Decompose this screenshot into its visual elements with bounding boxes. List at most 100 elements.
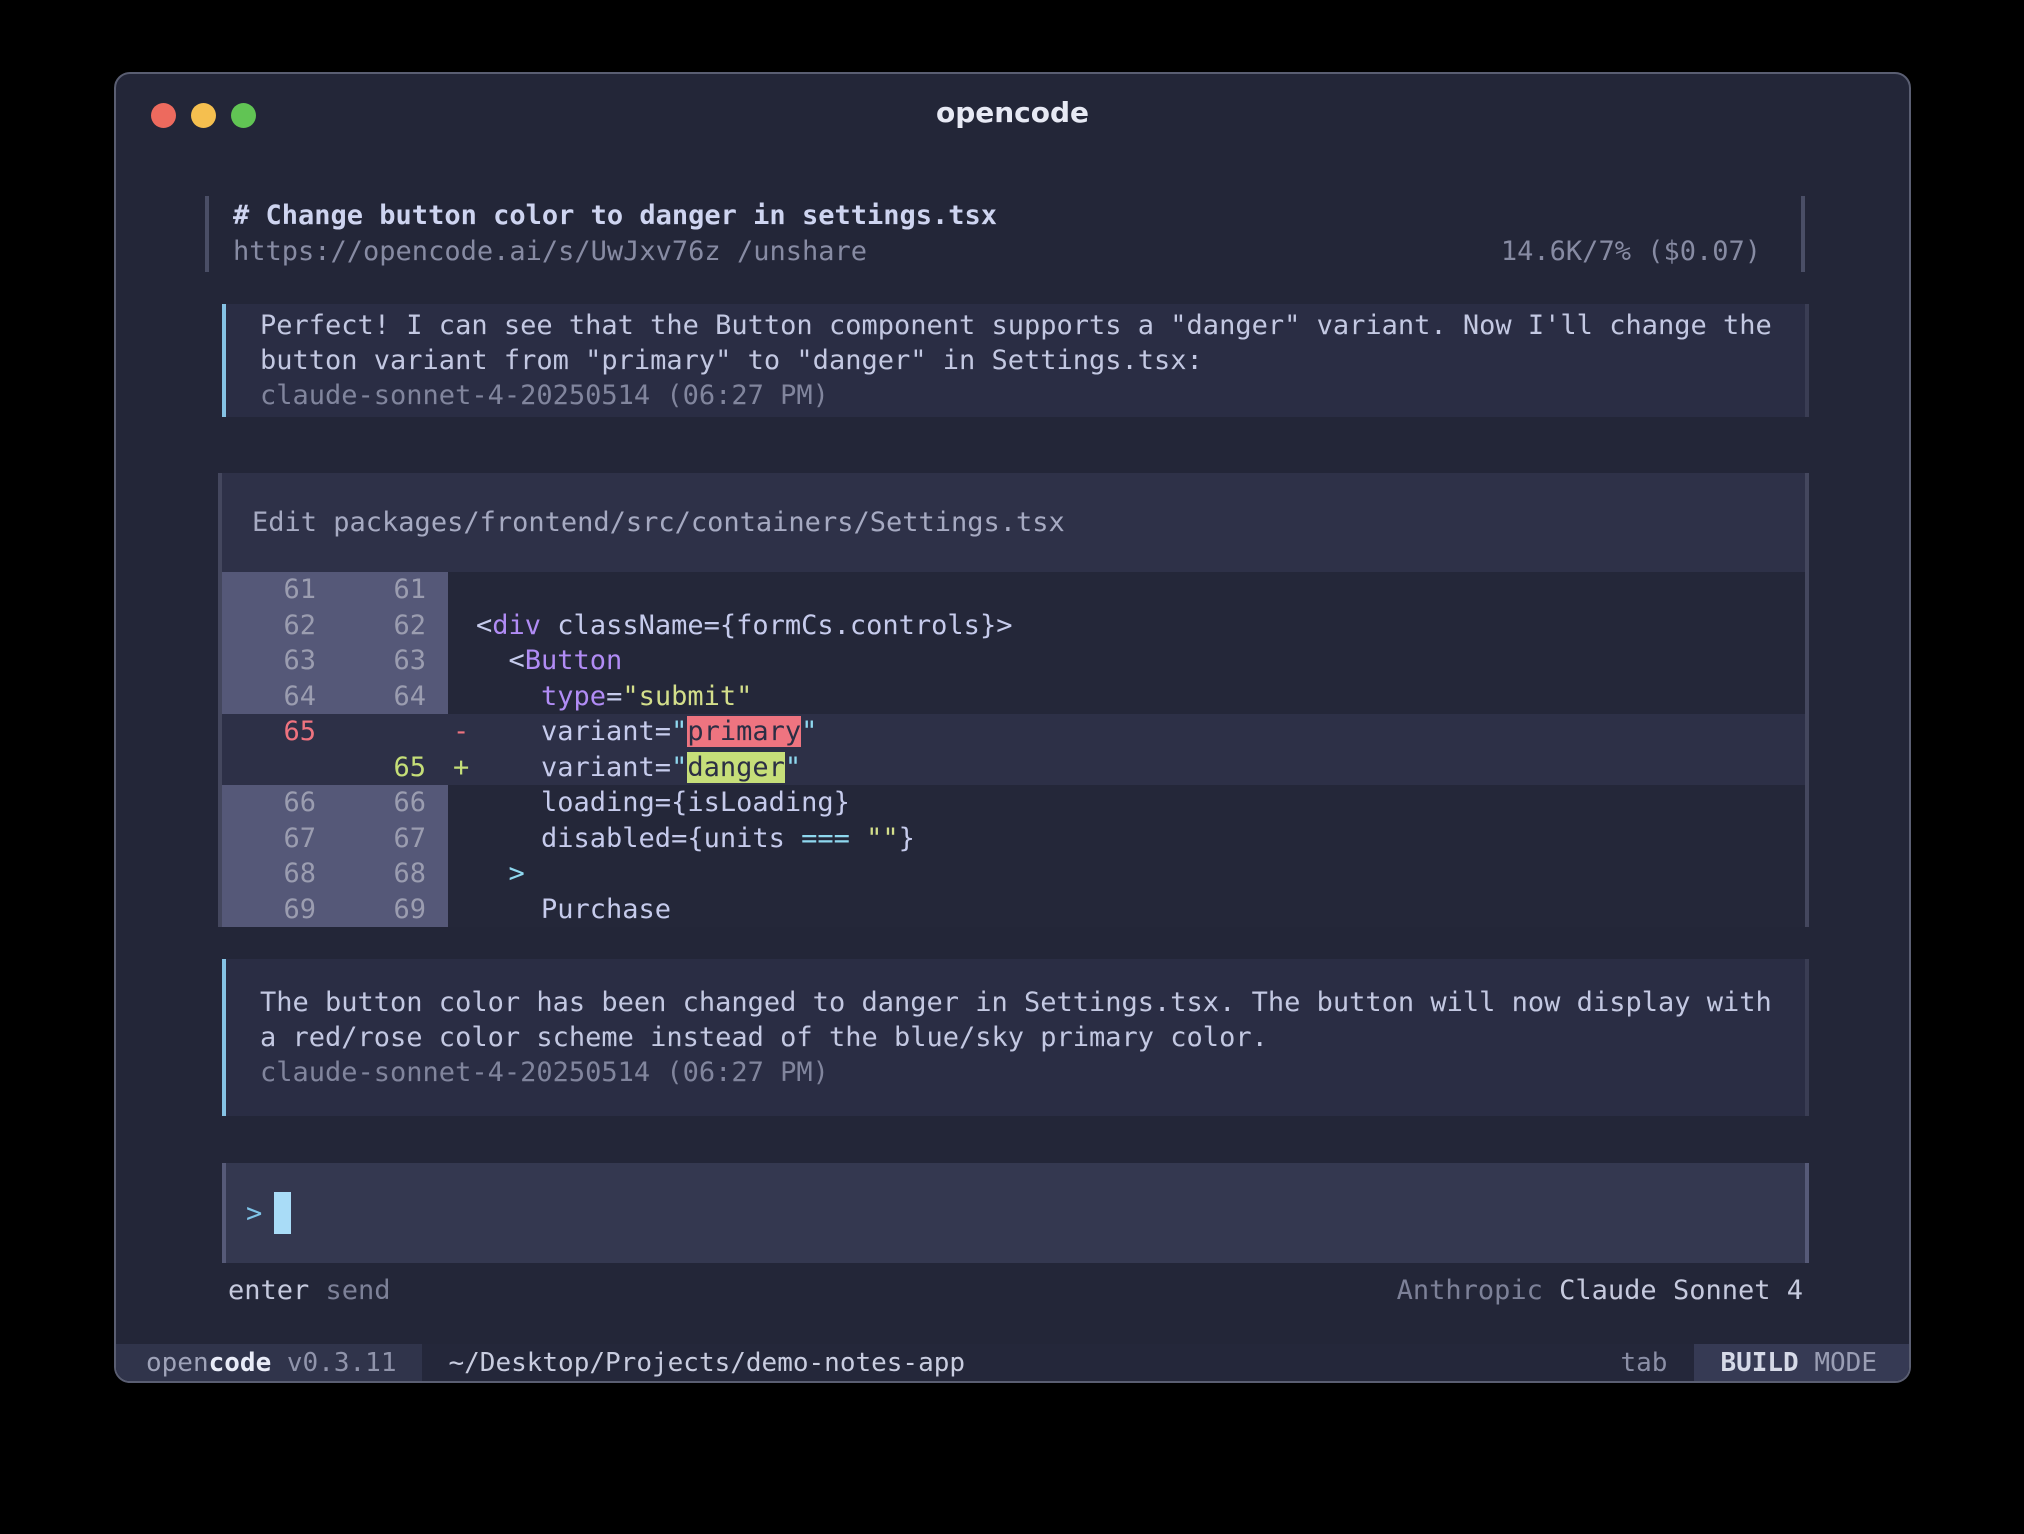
new-line-number: 63 — [334, 643, 448, 679]
edit-file-path: packages/frontend/src/containers/Setting… — [333, 507, 1065, 538]
code-token: < — [476, 645, 525, 676]
window-title: opencode — [116, 96, 1909, 129]
new-line-number: 69 — [334, 892, 448, 928]
code-token: className={formCs.controls}> — [541, 610, 1012, 641]
diff-sign — [448, 643, 476, 679]
code-token: danger — [687, 752, 785, 783]
diff-row: 6262 <div className={formCs.controls}> — [222, 608, 1805, 644]
unshare-command[interactable]: /unshare — [737, 236, 867, 267]
code-token: " — [671, 752, 687, 783]
working-directory: ~/Desktop/Projects/demo-notes-app — [448, 1348, 965, 1378]
opencode-window: opencode # Change button color to danger… — [114, 72, 1911, 1383]
code-line: loading={isLoading} — [476, 785, 1805, 821]
diff-rows: 6161 6262 <div className={formCs.control… — [222, 572, 1805, 927]
code-token: disabled={units — [476, 823, 801, 854]
key-label: enter — [228, 1275, 309, 1306]
diff-sign — [448, 821, 476, 857]
old-line-number: 62 — [222, 608, 334, 644]
model-timestamp: claude-sonnet-4-20250514 (06:27 PM) — [260, 378, 1775, 413]
code-line: disabled={units === ""} — [476, 821, 1805, 857]
diff-row: 6868 > — [222, 856, 1805, 892]
message-line: a red/rose color scheme instead of the b… — [260, 1020, 1775, 1055]
old-line-number: 66 — [222, 785, 334, 821]
code-token: " — [785, 752, 801, 783]
provider-label: Anthropic — [1397, 1275, 1560, 1306]
code-token: === — [801, 823, 850, 854]
code-line: <div className={formCs.controls}> — [476, 608, 1805, 644]
edit-action-label: Edit — [252, 507, 333, 538]
code-token: } — [899, 823, 915, 854]
code-token: loading={isLoading} — [476, 787, 850, 818]
model-label: Claude Sonnet 4 — [1559, 1275, 1803, 1306]
old-line-number: 65 — [222, 714, 334, 750]
diff-row: 6767 disabled={units === ""} — [222, 821, 1805, 857]
old-line-number: 61 — [222, 572, 334, 608]
tab-key-hint: tab — [1620, 1348, 1667, 1378]
key-action: send — [309, 1275, 390, 1306]
code-token — [476, 681, 541, 712]
code-token: "submit" — [622, 681, 752, 712]
new-line-number: 67 — [334, 821, 448, 857]
old-line-number: 69 — [222, 892, 334, 928]
app-name-code: code — [209, 1348, 272, 1378]
diff-row: 6969 Purchase — [222, 892, 1805, 928]
diff-row: 65+ variant="danger" — [222, 750, 1805, 786]
diff-sign — [448, 856, 476, 892]
diff-sign: + — [448, 750, 476, 786]
code-token: primary — [687, 716, 801, 747]
model-indicator: Anthropic Claude Sonnet 4 — [1397, 1273, 1803, 1309]
session-links: https://opencode.ai/s/UwJxv76z /unshare — [233, 234, 867, 270]
mode-chip: BUILD MODE — [1694, 1344, 1909, 1381]
edit-header: Edit packages/frontend/src/containers/Se… — [222, 473, 1805, 572]
spacer — [721, 236, 737, 267]
enter-hint: enter send — [228, 1273, 391, 1309]
code-line: variant="primary" — [476, 714, 1805, 750]
diff-row: 65 - variant="primary" — [222, 714, 1805, 750]
session-title: # Change button color to danger in setti… — [233, 198, 1761, 234]
code-token: Purchase — [476, 894, 671, 925]
diff-sign: - — [448, 714, 476, 750]
titlebar: opencode — [116, 74, 1909, 140]
message-line: The button color has been changed to dan… — [260, 985, 1775, 1020]
assistant-message-1: Perfect! I can see that the Button compo… — [222, 304, 1809, 417]
code-token: div — [492, 610, 541, 641]
old-line-number — [222, 750, 334, 786]
code-line: <Button — [476, 643, 1805, 679]
code-token — [850, 823, 866, 854]
edit-tool-panel: Edit packages/frontend/src/containers/Se… — [218, 473, 1809, 927]
mode-suffix: MODE — [1799, 1348, 1877, 1378]
old-line-number: 63 — [222, 643, 334, 679]
session-header: # Change button color to danger in setti… — [205, 196, 1805, 272]
code-line: variant="danger" — [476, 750, 1805, 786]
new-line-number: 61 — [334, 572, 448, 608]
code-line: > — [476, 856, 1805, 892]
diff-row: 6666 loading={isLoading} — [222, 785, 1805, 821]
diff-sign — [448, 892, 476, 928]
prompt-input[interactable]: > — [222, 1163, 1809, 1263]
diff-row: 6464 type="submit" — [222, 679, 1805, 715]
new-line-number: 64 — [334, 679, 448, 715]
prompt-chevron: > — [246, 1198, 262, 1229]
new-line-number: 68 — [334, 856, 448, 892]
status-bar: opencode v0.3.11 ~/Desktop/Projects/demo… — [116, 1344, 1909, 1381]
app-version: v0.3.11 — [271, 1348, 396, 1378]
diff-sign — [448, 572, 476, 608]
code-token: variant= — [476, 716, 671, 747]
code-token: variant= — [476, 752, 671, 783]
mode-name: BUILD — [1720, 1348, 1798, 1378]
session-meta-row: https://opencode.ai/s/UwJxv76z /unshare … — [233, 234, 1761, 270]
diff-sign — [448, 608, 476, 644]
new-line-number: 62 — [334, 608, 448, 644]
app-version-chip: opencode v0.3.11 — [116, 1344, 422, 1381]
old-line-number: 64 — [222, 679, 334, 715]
code-token: < — [476, 610, 492, 641]
diff-sign — [448, 679, 476, 715]
code-token: Button — [525, 645, 623, 676]
diff-sign — [448, 785, 476, 821]
share-url[interactable]: https://opencode.ai/s/UwJxv76z — [233, 236, 721, 267]
new-line-number — [334, 714, 448, 750]
code-token: "" — [866, 823, 899, 854]
message-line: button variant from "primary" to "danger… — [260, 343, 1775, 378]
code-token: > — [509, 858, 525, 889]
diff-row: 6161 — [222, 572, 1805, 608]
